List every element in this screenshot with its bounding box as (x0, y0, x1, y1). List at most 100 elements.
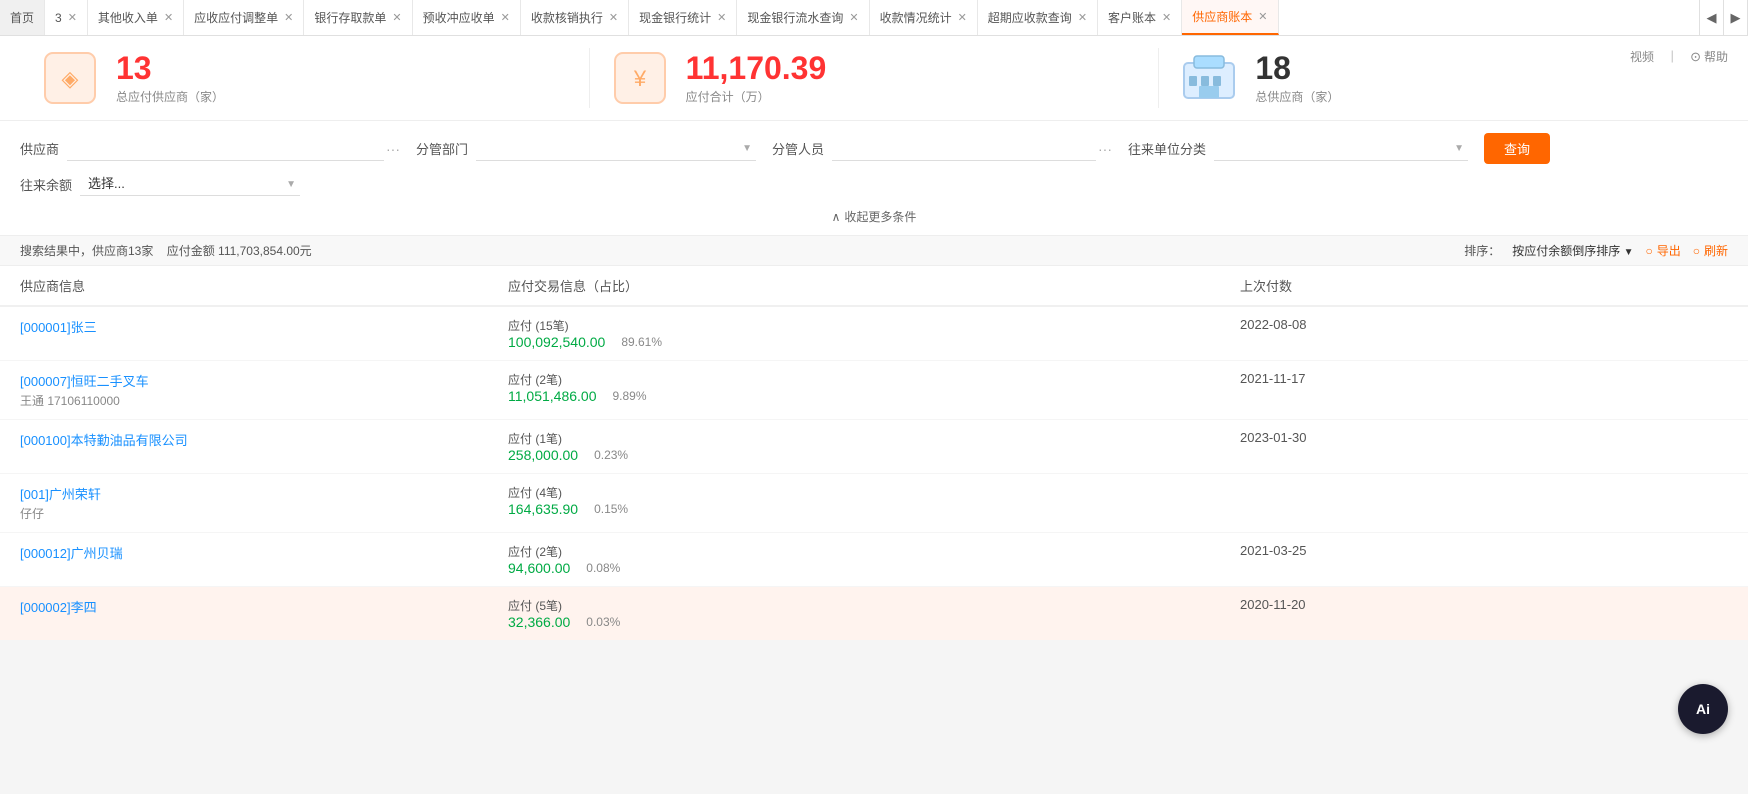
close-icon[interactable]: ✕ (284, 11, 293, 24)
supplier-link[interactable]: [001]广州荣轩 (20, 487, 101, 502)
close-icon[interactable]: ✕ (958, 11, 967, 24)
table-row: [000100]本特勤油品有限公司 应付 (1笔) 258,000.00 0.2… (0, 420, 1748, 474)
supplier-name: 李四 (71, 600, 97, 615)
supplier-code: [000007] (20, 374, 71, 389)
last-pay-date: 2023-01-30 (1240, 430, 1307, 445)
person-filter-label: 分管人员 (772, 139, 824, 158)
trans-label: 应付 (4笔) (508, 484, 1240, 501)
nav-tab-bank-deposit[interactable]: 银行存取款单 ✕ (304, 0, 412, 35)
supplier-link[interactable]: [000012]广州贝瑞 (20, 546, 123, 561)
supplier-dots-btn[interactable]: ··· (386, 141, 400, 157)
refresh-button[interactable]: ○ 刷新 (1693, 242, 1728, 259)
trans-pct: 89.61% (621, 335, 662, 349)
person-dots-btn[interactable]: ··· (1098, 141, 1112, 157)
trans-amount-link[interactable]: 100,092,540.00 (508, 334, 605, 350)
nav-tab-customer-ledger-label: 客户账本 (1108, 9, 1156, 26)
total-supplier-icon (1179, 48, 1239, 108)
close-icon[interactable]: ✕ (717, 11, 726, 24)
supplier-link[interactable]: [000002]李四 (20, 600, 97, 615)
results-summary-text: 搜索结果中，供应商13家 应付金额 111,703,854.00元 (20, 242, 312, 259)
supplier-link[interactable]: [000001]张三 (20, 320, 97, 335)
dept-select[interactable] (476, 137, 756, 161)
trans-amount-link[interactable]: 94,600.00 (508, 560, 570, 576)
col-header-last-pay: 上次付数 (1240, 276, 1728, 295)
nav-tab-prepay-ar[interactable]: 预收冲应收单 ✕ (413, 0, 521, 35)
top-navigation: 首页 3 ✕ 其他收入单 ✕ 应收应付调整单 ✕ 银行存取款单 ✕ 预收冲应收单… (0, 0, 1748, 36)
nav-tab-receipt-verify-label: 收款核销执行 (531, 9, 603, 26)
results-bar: 搜索结果中，供应商13家 应付金额 111,703,854.00元 排序： 按应… (0, 236, 1748, 266)
nav-tab-overdue-ar-label: 超期应收款查询 (988, 9, 1072, 26)
nav-tab-overdue-ar[interactable]: 超期应收款查询 ✕ (978, 0, 1098, 35)
close-icon[interactable]: ✕ (392, 11, 401, 24)
category-select[interactable] (1214, 137, 1468, 161)
stats-bar: ◈ 13 总应付供应商（家） ¥ 11,170.39 应付合计（万） (0, 36, 1748, 121)
svg-text:◈: ◈ (62, 66, 79, 91)
close-icon[interactable]: ✕ (1258, 10, 1267, 23)
nav-tab-supplier-ledger[interactable]: 供应商账本 ✕ (1182, 0, 1278, 35)
sort-selector[interactable]: 按应付余额倒序排序 ▼ (1512, 242, 1633, 259)
table-row: [000002]李四 应付 (5笔) 32,366.00 0.03% 2020-… (0, 587, 1748, 641)
trans-amount-link[interactable]: 164,635.90 (508, 501, 578, 517)
last-pay-cell: 2021-03-25 (1240, 543, 1728, 558)
ai-assistant-button[interactable]: Ai (1678, 684, 1728, 734)
trans-amount-link[interactable]: 32,366.00 (508, 614, 570, 630)
results-summary: 搜索结果中，供应商13家 应付金额 111,703,854.00元 (20, 242, 312, 259)
collapse-button[interactable]: ∧ 收起更多条件 (832, 208, 917, 225)
trans-amount-link[interactable]: 258,000.00 (508, 447, 578, 463)
stat-help-area: 视频 ｜ ⊙ 帮助 (1630, 48, 1728, 65)
nav-tab-3[interactable]: 3 ✕ (45, 0, 88, 35)
stat2-label: 应付合计（万） (686, 88, 827, 105)
supplier-name: 本特勤油品有限公司 (71, 433, 188, 448)
refresh-label: 刷新 (1704, 242, 1728, 259)
trans-amount-link[interactable]: 11,051,486.00 (508, 388, 597, 404)
close-icon[interactable]: ✕ (1078, 11, 1087, 24)
table-row: [001]广州荣轩 仔仔 应付 (4笔) 164,635.90 0.15% (0, 474, 1748, 533)
nav-tab-customer-ledger[interactable]: 客户账本 ✕ (1098, 0, 1182, 35)
close-icon[interactable]: ✕ (609, 11, 618, 24)
export-button[interactable]: ○ 导出 (1645, 242, 1680, 259)
video-help-link[interactable]: 视频 (1630, 48, 1654, 65)
nav-tab-other-income[interactable]: 其他收入单 ✕ (88, 0, 184, 35)
supplier-input[interactable] (67, 137, 384, 161)
balance-select[interactable]: 选择... (80, 172, 300, 196)
last-pay-cell: 2020-11-20 (1240, 597, 1728, 612)
stat-text-1: 13 总应付供应商（家） (116, 52, 224, 105)
nav-tab-ar-ap-adjust[interactable]: 应收应付调整单 ✕ (184, 0, 304, 35)
query-button[interactable]: 查询 (1484, 133, 1550, 164)
stat-text-3: 18 总供应商（家） (1255, 52, 1339, 105)
nav-tab-cash-bank-query[interactable]: 现金银行流水查询 ✕ (737, 0, 869, 35)
nav-tab-home[interactable]: 首页 (0, 0, 45, 35)
stat-block-2: ¥ 11,170.39 应付合计（万） (589, 48, 1159, 108)
close-icon[interactable]: ✕ (68, 11, 77, 24)
close-icon[interactable]: ✕ (501, 11, 510, 24)
supplier-code: [000001] (20, 320, 71, 335)
nav-tab-receipt-stat[interactable]: 收款情况统计 ✕ (870, 0, 978, 35)
supplier-table: 供应商信息 应付交易信息（占比） 上次付数 [000001]张三 应付 (15笔… (0, 266, 1748, 641)
help-link[interactable]: ⊙ 帮助 (1690, 48, 1728, 65)
supplier-link[interactable]: [000100]本特勤油品有限公司 (20, 433, 188, 448)
close-icon[interactable]: ✕ (1162, 11, 1171, 24)
trans-amount-row: 100,092,540.00 89.61% (508, 334, 1240, 350)
nav-left-arrow[interactable]: ◀ (1700, 0, 1724, 36)
supplier-link[interactable]: [000007]恒旺二手叉车 (20, 374, 149, 389)
ai-label: Ai (1696, 701, 1710, 717)
trans-amount-row: 32,366.00 0.03% (508, 614, 1240, 630)
trans-amount-row: 258,000.00 0.23% (508, 447, 1240, 463)
dept-filter: 分管部门 ▼ (416, 137, 756, 161)
nav-tab-receipt-verify[interactable]: 收款核销执行 ✕ (521, 0, 629, 35)
supplier-code: [000012] (20, 546, 71, 561)
close-icon[interactable]: ✕ (849, 11, 858, 24)
nav-tab-bank-deposit-label: 银行存取款单 (314, 9, 386, 26)
trans-info-cell: 应付 (5笔) 32,366.00 0.03% (508, 597, 1240, 630)
results-amount: 应付金额 111,703,854.00元 (167, 244, 312, 258)
nav-tab-cash-bank-stat[interactable]: 现金银行统计 ✕ (629, 0, 737, 35)
person-input[interactable] (832, 137, 1096, 161)
balance-filter-label: 往来余额 (20, 175, 72, 194)
close-icon[interactable]: ✕ (164, 11, 173, 24)
person-filter: 分管人员 ··· (772, 137, 1112, 161)
table-header: 供应商信息 应付交易信息（占比） 上次付数 (0, 266, 1748, 307)
supplier-code: [000002] (20, 600, 71, 615)
supplier-info-cell: [001]广州荣轩 仔仔 (20, 484, 508, 522)
nav-right-arrow[interactable]: ▶ (1724, 0, 1748, 36)
trans-info-cell: 应付 (4笔) 164,635.90 0.15% (508, 484, 1240, 517)
